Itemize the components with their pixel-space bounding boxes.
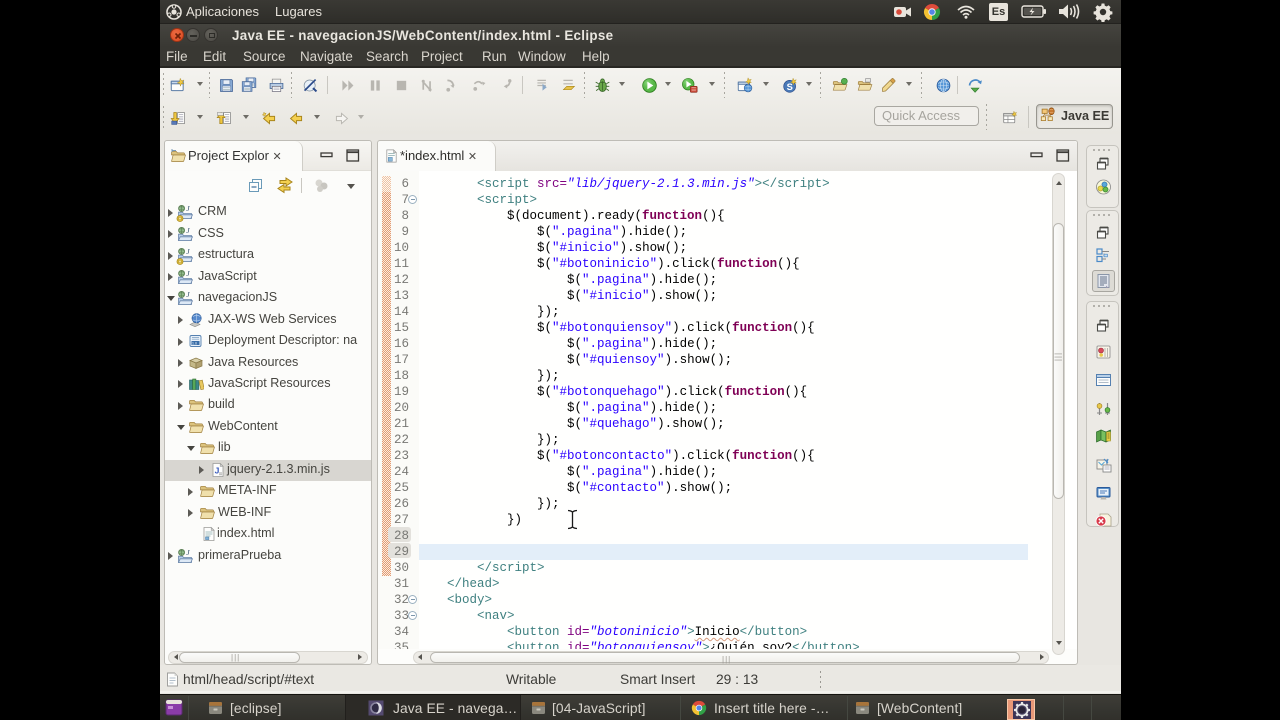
- svg-text:J: J: [186, 269, 190, 278]
- svg-text:S: S: [787, 82, 793, 92]
- svg-text:1.0: 1.0: [192, 341, 197, 345]
- svg-text:J: J: [186, 290, 190, 299]
- svg-text:J: J: [186, 548, 190, 557]
- svg-text:J: J: [186, 226, 190, 235]
- svg-text:J: J: [215, 465, 220, 475]
